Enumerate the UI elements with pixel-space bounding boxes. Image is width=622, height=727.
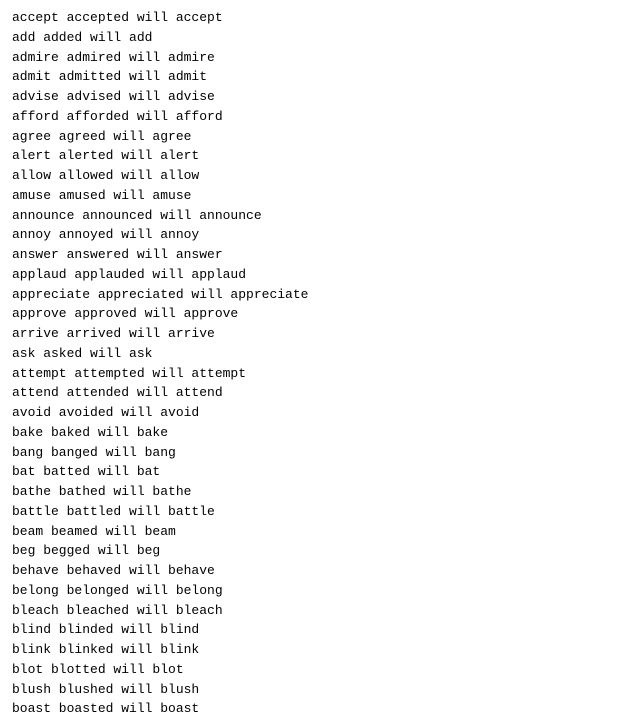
list-item: agree agreed will agree xyxy=(12,127,610,147)
list-item: beam beamed will beam xyxy=(12,522,610,542)
list-item: appreciate appreciated will appreciate xyxy=(12,285,610,305)
list-item: alert alerted will alert xyxy=(12,146,610,166)
list-item: boast boasted will boast xyxy=(12,699,610,719)
list-item: accept accepted will accept xyxy=(12,8,610,28)
list-item: beg begged will beg xyxy=(12,541,610,561)
list-item: bake baked will bake xyxy=(12,423,610,443)
list-item: blush blushed will blush xyxy=(12,680,610,700)
list-item: applaud applauded will applaud xyxy=(12,265,610,285)
word-list: accept accepted will acceptadd added wil… xyxy=(0,0,622,727)
list-item: avoid avoided will avoid xyxy=(12,403,610,423)
list-item: arrive arrived will arrive xyxy=(12,324,610,344)
list-item: admire admired will admire xyxy=(12,48,610,68)
list-item: attend attended will attend xyxy=(12,383,610,403)
list-item: blot blotted will blot xyxy=(12,660,610,680)
list-item: attempt attempted will attempt xyxy=(12,364,610,384)
list-item: blind blinded will blind xyxy=(12,620,610,640)
list-item: bleach bleached will bleach xyxy=(12,601,610,621)
list-item: afford afforded will afford xyxy=(12,107,610,127)
list-item: advise advised will advise xyxy=(12,87,610,107)
list-item: announce announced will announce xyxy=(12,206,610,226)
list-item: answer answered will answer xyxy=(12,245,610,265)
list-item: bang banged will bang xyxy=(12,443,610,463)
list-item: blink blinked will blink xyxy=(12,640,610,660)
list-item: approve approved will approve xyxy=(12,304,610,324)
list-item: belong belonged will belong xyxy=(12,581,610,601)
list-item: allow allowed will allow xyxy=(12,166,610,186)
list-item: battle battled will battle xyxy=(12,502,610,522)
list-item: bat batted will bat xyxy=(12,462,610,482)
list-item: behave behaved will behave xyxy=(12,561,610,581)
list-item: admit admitted will admit xyxy=(12,67,610,87)
list-item: add added will add xyxy=(12,28,610,48)
list-item: ask asked will ask xyxy=(12,344,610,364)
list-item: annoy annoyed will annoy xyxy=(12,225,610,245)
list-item: bathe bathed will bathe xyxy=(12,482,610,502)
list-item: amuse amused will amuse xyxy=(12,186,610,206)
